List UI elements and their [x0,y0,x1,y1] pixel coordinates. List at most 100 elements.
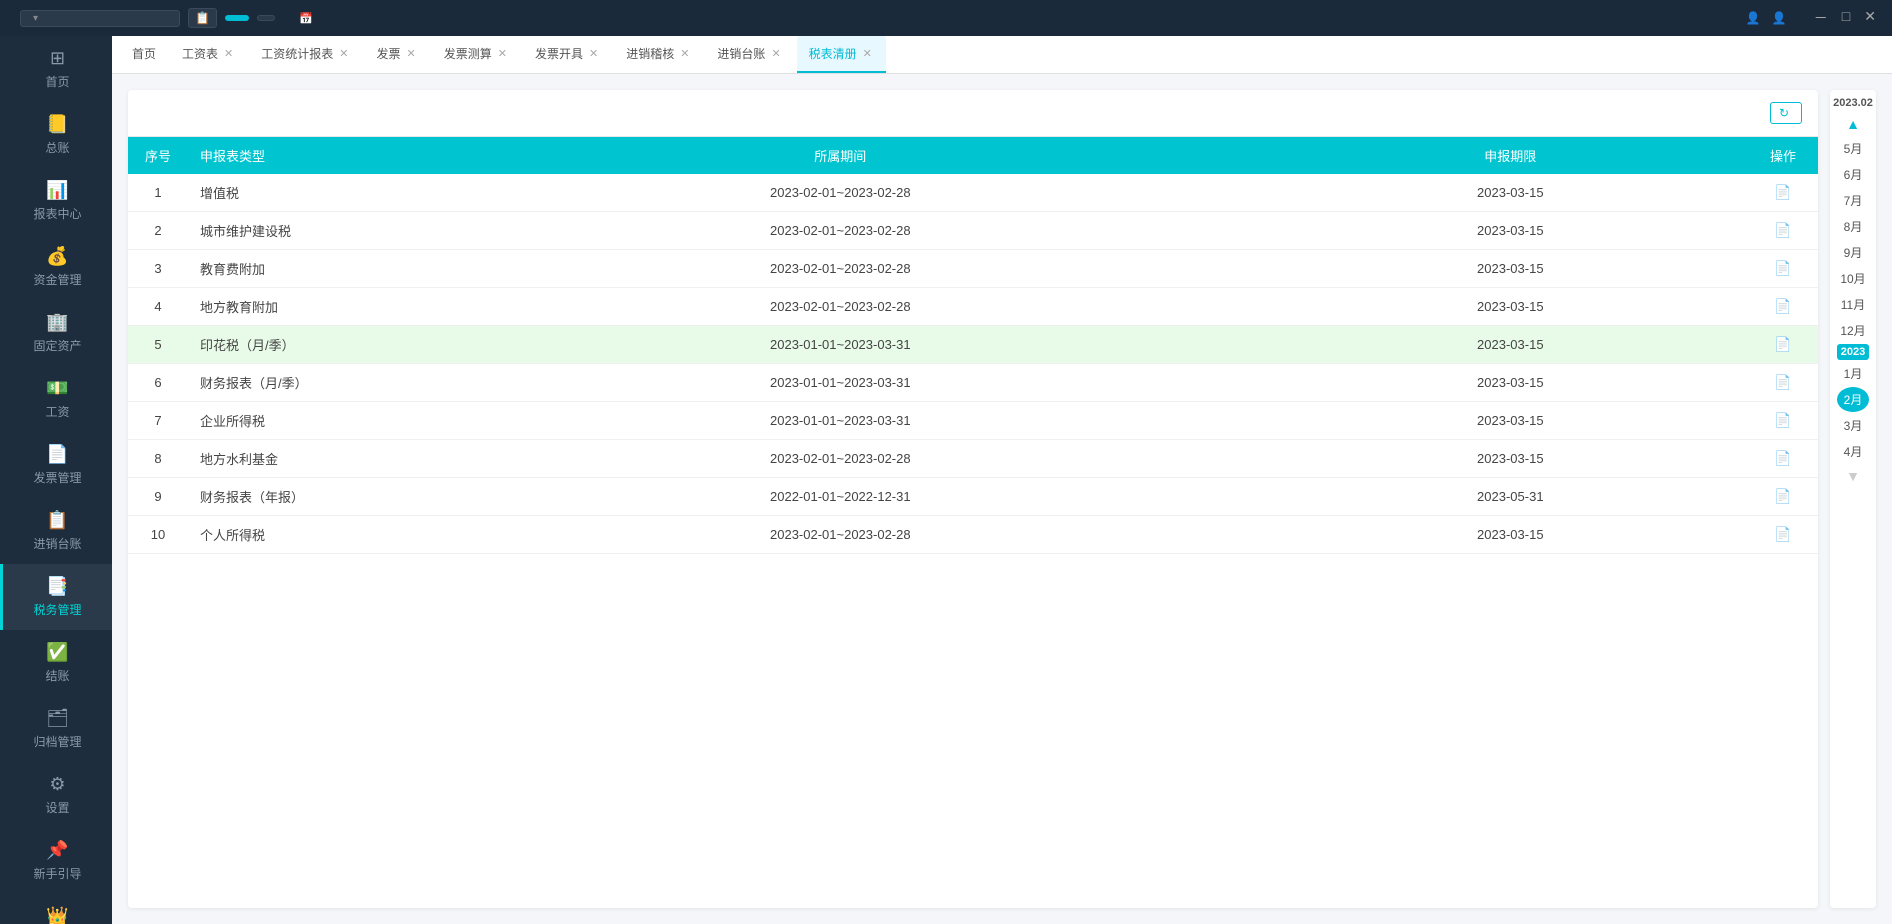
action-detail-icon[interactable]: 📄 [1768,524,1797,544]
action-detail-icon[interactable]: 📄 [1768,220,1797,240]
action-detail-icon[interactable]: 📄 [1768,372,1797,392]
maximize-button[interactable]: □ [1838,8,1854,28]
calendar-up-button[interactable]: ▲ [1837,113,1869,135]
cell-action: 📄 [1748,212,1818,250]
sidebar-item-member[interactable]: 👑 畅会员 [0,894,112,924]
calendar-month-5月[interactable]: 5月 [1834,136,1872,161]
cell-period: 2023-02-01~2023-02-28 [408,440,1273,478]
user-button[interactable]: 👤 [1772,11,1790,25]
close-button[interactable]: ✕ [1860,8,1880,28]
archive-icon: 🗂 [46,708,69,729]
home-icon: ⊞ [50,48,65,69]
cell-deadline: 2023-03-15 [1273,288,1748,326]
tab-工资统计报表[interactable]: 工资统计报表✕ [249,36,362,73]
calendar-month-11月[interactable]: 11月 [1834,292,1872,317]
cell-action: 📄 [1748,516,1818,554]
copy-button[interactable]: 📋 [188,8,217,28]
action-detail-icon[interactable]: 📄 [1768,448,1797,468]
calendar-month-10月[interactable]: 10月 [1834,266,1872,291]
calendar-month-9月[interactable]: 9月 [1834,240,1872,265]
sidebar-item-home[interactable]: ⊞ 首页 [0,36,112,102]
cell-action: 📄 [1748,174,1818,212]
refresh-button[interactable]: ↻ [1770,102,1802,124]
sidebar-label-invoice: 发票管理 [33,469,81,486]
sidebar-item-guide[interactable]: 📌 新手引导 [0,828,112,894]
tab-close-icon[interactable]: ✕ [861,46,874,61]
cell-type: 地方水利基金 [188,440,408,478]
sidebar-label-archive: 归档管理 [33,733,81,750]
calendar-month-6月[interactable]: 6月 [1834,162,1872,187]
calendar-month-7月[interactable]: 7月 [1834,188,1872,213]
cell-no: 5 [128,326,188,364]
tab-进销稽核[interactable]: 进销稽核✕ [614,36,703,73]
table-row: 4 地方教育附加 2023-02-01~2023-02-28 2023-03-1… [128,288,1818,326]
tab-close-icon[interactable]: ✕ [587,46,600,61]
col-period: 所属期间 [408,137,1273,174]
calendar-year-badge: 2023 [1837,344,1869,360]
sidebar-label-settings: 设置 [45,799,69,816]
action-detail-icon[interactable]: 📄 [1768,296,1797,316]
sidebar-item-fixed[interactable]: 🏢 固定资产 [0,300,112,366]
tab-发票测算[interactable]: 发票测算✕ [432,36,521,73]
old-version-button[interactable] [257,15,275,21]
calendar-month-12月[interactable]: 12月 [1834,318,1872,343]
calendar-month-1月[interactable]: 1月 [1834,361,1872,386]
action-detail-icon[interactable]: 📄 [1768,258,1797,278]
help-button[interactable]: 👤 [1746,11,1764,25]
action-detail-icon[interactable]: 📄 [1768,334,1797,354]
action-detail-icon[interactable]: 📄 [1768,486,1797,506]
tab-label: 发票 [376,45,400,62]
sidebar-label-guide: 新手引导 [33,865,81,882]
sidebar-item-ledger[interactable]: 📒 总账 [0,102,112,168]
col-type: 申报表类型 [188,137,408,174]
user-avatar-icon: 👤 [1772,11,1787,25]
refresh-icon: ↻ [1779,106,1789,120]
tab-税表清册[interactable]: 税表清册 ✕ [797,36,886,73]
cell-type: 地方教育附加 [188,288,408,326]
tab-进销台账[interactable]: 进销台账✕ [705,36,794,73]
cell-deadline: 2023-03-15 [1273,440,1748,478]
tab-close-icon[interactable]: ✕ [337,46,350,61]
cell-deadline: 2023-03-15 [1273,364,1748,402]
company-selector[interactable]: ▾ [20,10,180,27]
tab-工资表[interactable]: 工资表 ✕ [170,36,247,73]
tab-close-icon[interactable]: ✕ [405,46,418,61]
tab-close-icon[interactable]: ✕ [769,46,782,61]
tab-发票[interactable]: 发票 ✕ [364,36,429,73]
cell-action: 📄 [1748,326,1818,364]
sidebar-item-tax[interactable]: 📑 税务管理 [0,564,112,630]
calendar-down-button[interactable]: ▼ [1837,465,1869,487]
tab-发票开具[interactable]: 发票开具✕ [523,36,612,73]
workbench-button[interactable] [225,15,249,21]
sidebar-item-archive[interactable]: 🗂 归档管理 [0,696,112,762]
tab-close-icon[interactable]: ✕ [678,46,691,61]
minimize-button[interactable]: － [1810,8,1832,28]
calendar-period-display: 2023.02 [1830,94,1876,112]
sidebar-item-settle[interactable]: ✅ 结账 [0,630,112,696]
calendar-month-4月[interactable]: 4月 [1834,439,1872,464]
sidebar-item-purchase[interactable]: 📋 进销台账 [0,498,112,564]
tab-close-icon[interactable]: ✕ [222,46,235,61]
tab-label: 工资表 [182,45,218,62]
table-row: 6 财务报表（月/季） 2023-01-01~2023-03-31 2023-0… [128,364,1818,402]
tab-close-icon[interactable]: ✕ [496,46,509,61]
table-row: 7 企业所得税 2023-01-01~2023-03-31 2023-03-15… [128,402,1818,440]
cell-period: 2023-02-01~2023-02-28 [408,174,1273,212]
sidebar-item-invoice[interactable]: 📄 发票管理 [0,432,112,498]
calendar-month-8月[interactable]: 8月 [1834,214,1872,239]
table-row: 10 个人所得税 2023-02-01~2023-02-28 2023-03-1… [128,516,1818,554]
cell-period: 2023-01-01~2023-03-31 [408,326,1273,364]
action-detail-icon[interactable]: 📄 [1768,410,1797,430]
calendar-month-3月[interactable]: 3月 [1834,413,1872,438]
content-area: 首页工资表✕工资统计报表✕发票✕发票测算✕发票开具✕进销稽核✕进销台账✕税表清册… [112,36,1892,924]
calendar-month-2月[interactable]: 2月 [1837,387,1869,412]
cell-action: 📄 [1748,364,1818,402]
sidebar-item-report[interactable]: 📊 报表中心 [0,168,112,234]
tab-首页[interactable]: 首页 [120,36,168,73]
sidebar-item-funds[interactable]: 💰 资金管理 [0,234,112,300]
action-detail-icon[interactable]: 📄 [1768,182,1797,202]
tab-label: 税表清册 [809,45,857,62]
sidebar-item-salary[interactable]: 💵 工资 [0,366,112,432]
calendar-panel[interactable]: 2023.02▲5月6月7月8月9月10月11月12月20231月2月3月4月▼ [1830,90,1876,908]
sidebar-item-settings[interactable]: ⚙ 设置 [0,762,112,828]
